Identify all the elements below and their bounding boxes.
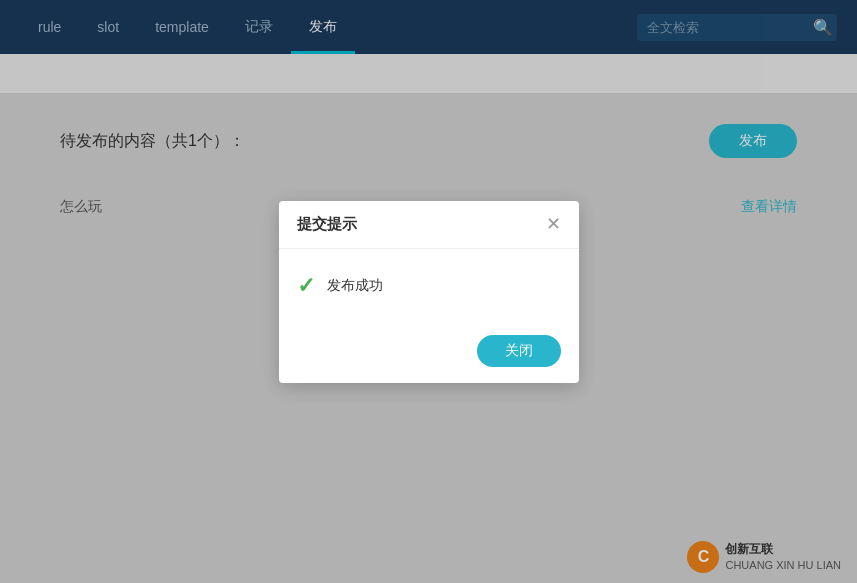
modal-header: 提交提示 ✕ <box>279 201 579 249</box>
modal-title: 提交提示 <box>297 215 357 234</box>
success-text: 发布成功 <box>327 277 383 295</box>
modal-footer: 关闭 <box>279 323 579 383</box>
modal-dialog: 提交提示 ✕ ✓ 发布成功 关闭 <box>279 201 579 383</box>
modal-close-icon[interactable]: ✕ <box>546 215 561 233</box>
modal-overlay: 提交提示 ✕ ✓ 发布成功 关闭 <box>0 0 857 583</box>
modal-close-button[interactable]: 关闭 <box>477 335 561 367</box>
modal-body: ✓ 发布成功 <box>279 249 579 323</box>
success-check-icon: ✓ <box>297 273 315 299</box>
